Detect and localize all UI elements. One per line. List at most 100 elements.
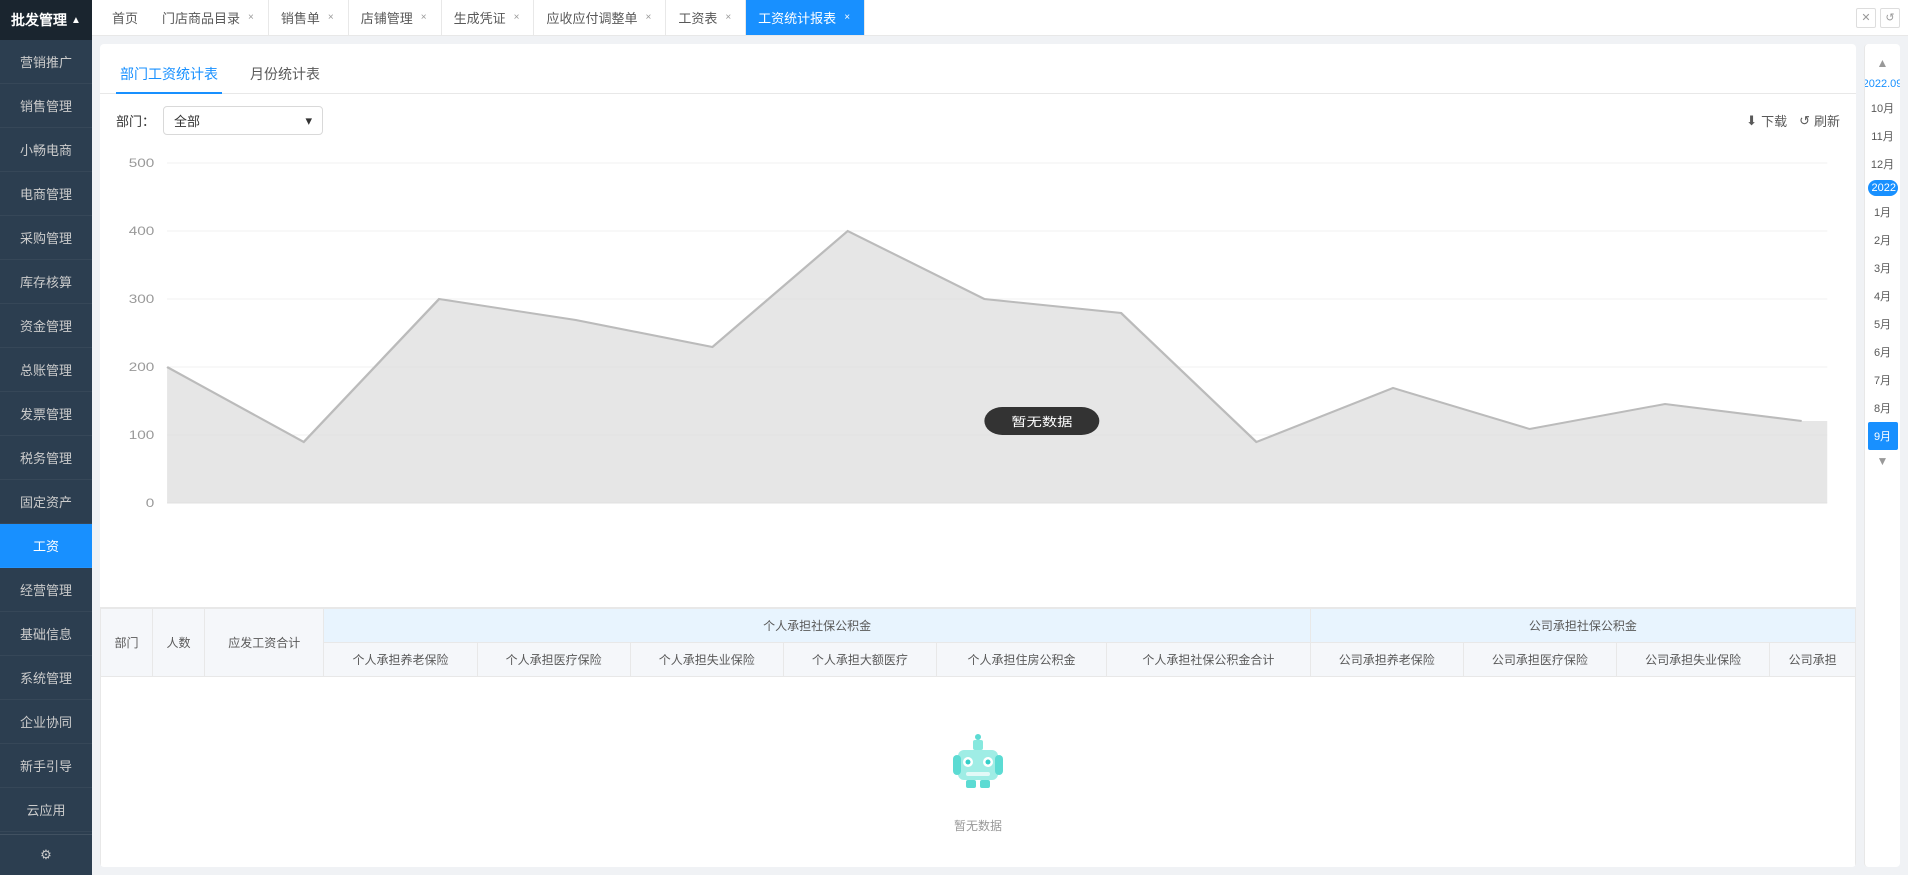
empty-state: 暂无数据 <box>107 685 1849 867</box>
sidebar-item-固定资产[interactable]: 固定资产 <box>0 480 92 524</box>
inner-tab-月份统计表[interactable]: 月份统计表 <box>246 56 324 94</box>
download-label: 下载 <box>1761 111 1787 130</box>
sidebar-item-电商管理[interactable]: 电商管理 <box>0 172 92 216</box>
tab-close-icon[interactable]: × <box>842 10 852 25</box>
tab-工资统计报表[interactable]: 工资统计报表× <box>746 0 865 36</box>
month-item-4月[interactable]: 4月 <box>1868 282 1898 310</box>
data-table: 部门 人数 应发工资合计 个人承担社保公积金 公司承担社保公积金 个人承担养老保… <box>100 608 1856 867</box>
th-c3: 公司承担失业保险 <box>1617 643 1770 677</box>
sidebar-item-总账管理[interactable]: 总账管理 <box>0 348 92 392</box>
month-item-5月[interactable]: 5月 <box>1868 310 1898 338</box>
tab-label: 门店商品目录 <box>162 8 240 27</box>
settings-button[interactable]: ⚙ <box>0 835 92 875</box>
inner-tabs: 部门工资统计表月份统计表 <box>100 44 1856 94</box>
month-item-9月[interactable]: 9月 <box>1868 422 1898 450</box>
month-item-11月[interactable]: 11月 <box>1868 122 1898 150</box>
sidebar-item-发票管理[interactable]: 发票管理 <box>0 392 92 436</box>
sidebar-bottom: ⚙ <box>0 834 92 875</box>
tab-工资表[interactable]: 工资表 × <box>666 0 746 36</box>
tab-首页[interactable]: 首页 <box>100 0 150 36</box>
tab-label: 生成凭证 <box>454 8 506 27</box>
sidebar-item-系统管理[interactable]: 系统管理 <box>0 656 92 700</box>
table-wrapper: 部门 人数 应发工资合计 个人承担社保公积金 公司承担社保公积金 个人承担养老保… <box>100 608 1856 867</box>
tab-门店商品目录[interactable]: 门店商品目录 × <box>150 0 269 36</box>
dept-select[interactable]: 全部 ▾ <box>163 106 323 135</box>
tab-label: 应收应付调整单 <box>546 8 637 27</box>
dept-label: 部门： <box>116 111 155 130</box>
tab-生成凭证[interactable]: 生成凭证 × <box>442 0 535 36</box>
main-area: 首页门店商品目录×销售单×店铺管理×生成凭证×应收应付调整单×工资表×工资统计报… <box>92 0 1908 875</box>
sidebar-item-基础信息[interactable]: 基础信息 <box>0 612 92 656</box>
th-c4: 公司承担 <box>1770 643 1856 677</box>
sidebar-title-text: 批发管理 <box>11 10 67 30</box>
th-dept: 部门 <box>101 609 153 677</box>
tab-close-icon[interactable]: × <box>326 10 336 25</box>
content-main: 部门工资统计表月份统计表 部门： 全部 ▾ ⬇ 下载 ↺ <box>100 44 1856 867</box>
refresh-button[interactable]: ↺ 刷新 <box>1799 111 1840 130</box>
sidebar-item-销售管理[interactable]: 销售管理 <box>0 84 92 128</box>
table-area: 部门 人数 应发工资合计 个人承担社保公积金 公司承担社保公积金 个人承担养老保… <box>100 607 1856 867</box>
sidebar-item-云应用[interactable]: 云应用 <box>0 788 92 832</box>
content-area: 部门工资统计表月份统计表 部门： 全部 ▾ ⬇ 下载 ↺ <box>92 36 1908 875</box>
tab-label: 销售单 <box>281 8 320 27</box>
tab-bar-end: ✕ ↺ <box>1856 8 1900 28</box>
th-p2: 个人承担医疗保险 <box>477 643 630 677</box>
sidebar-item-资金管理[interactable]: 资金管理 <box>0 304 92 348</box>
download-icon: ⬇ <box>1746 113 1757 129</box>
tab-close-icon[interactable]: × <box>419 10 429 25</box>
tab-close-icon[interactable]: × <box>246 10 256 25</box>
year-label[interactable]: 2022.09 <box>1864 74 1900 94</box>
sidebar-item-小畅电商[interactable]: 小畅电商 <box>0 128 92 172</box>
toolbar: 部门： 全部 ▾ ⬇ 下载 ↺ 刷新 <box>100 94 1856 147</box>
sidebar-item-营销推广[interactable]: 营销推广 <box>0 40 92 84</box>
month-item-6月[interactable]: 6月 <box>1868 338 1898 366</box>
empty-icon <box>938 725 1018 805</box>
tab-bar: 首页门店商品目录×销售单×店铺管理×生成凭证×应收应付调整单×工资表×工资统计报… <box>92 0 1908 36</box>
month-item-2月[interactable]: 2月 <box>1868 226 1898 254</box>
year-badge[interactable]: 2022 <box>1868 180 1898 196</box>
inner-tab-部门工资统计表[interactable]: 部门工资统计表 <box>116 56 222 94</box>
sidebar-item-采购管理[interactable]: 采购管理 <box>0 216 92 260</box>
refresh-label: 刷新 <box>1814 111 1840 130</box>
tab-店铺管理[interactable]: 店铺管理× <box>349 0 442 36</box>
sidebar-item-工资[interactable]: 工资 <box>0 524 92 568</box>
chart-svg: 500 400 300 200 100 0 <box>116 147 1840 567</box>
month-item-10月[interactable]: 10月 <box>1868 94 1898 122</box>
sidebar-item-税务管理[interactable]: 税务管理 <box>0 436 92 480</box>
month-item-7月[interactable]: 7月 <box>1868 366 1898 394</box>
sidebar-item-库存核算[interactable]: 库存核算 <box>0 260 92 304</box>
tab-应收应付调整单[interactable]: 应收应付调整单 × <box>534 0 666 36</box>
th-p6: 个人承担社保公积金合计 <box>1107 643 1311 677</box>
th-p5: 个人承担住房公积金 <box>937 643 1107 677</box>
sidebar-item-新手引导[interactable]: 新手引导 <box>0 744 92 788</box>
dept-select-value: 全部 <box>174 111 200 130</box>
th-personal-group: 个人承担社保公积金 <box>324 609 1310 643</box>
right-panel: ▲ 2022.09 10月11月12月 2022 1月2月3月4月5月6月7月8月9… <box>1864 44 1900 867</box>
month-item-3月[interactable]: 3月 <box>1868 254 1898 282</box>
th-p4: 个人承担大额医疗 <box>783 643 936 677</box>
tab-close-icon[interactable]: × <box>512 10 522 25</box>
tab-label: 工资表 <box>678 8 717 27</box>
th-p1: 个人承担养老保险 <box>324 643 477 677</box>
sidebar-item-企业协同[interactable]: 企业协同 <box>0 700 92 744</box>
th-company-group: 公司承担社保公积金 <box>1310 609 1855 643</box>
tab-close-icon[interactable]: × <box>723 10 733 25</box>
svg-text:100: 100 <box>129 429 155 442</box>
tab-close-icon[interactable]: × <box>643 10 653 25</box>
tab-label: 首页 <box>112 8 138 27</box>
panel-up-arrow[interactable]: ▲ <box>1873 52 1893 74</box>
download-button[interactable]: ⬇ 下载 <box>1746 111 1787 130</box>
empty-row: 暂无数据 <box>101 677 1856 868</box>
month-item-12月[interactable]: 12月 <box>1868 150 1898 178</box>
panel-down-arrow[interactable]: ▼ <box>1873 450 1893 472</box>
tab-销售单[interactable]: 销售单 × <box>269 0 349 36</box>
tab-close-all-button[interactable]: ✕ <box>1856 8 1876 28</box>
month-item-8月[interactable]: 8月 <box>1868 394 1898 422</box>
toolbar-right: ⬇ 下载 ↺ 刷新 <box>1746 111 1840 130</box>
sidebar-title[interactable]: 批发管理 ▲ <box>0 0 92 40</box>
sidebar-title-arrow: ▲ <box>71 15 81 26</box>
svg-text:暂无数据: 暂无数据 <box>1011 416 1073 429</box>
month-item-1月[interactable]: 1月 <box>1868 198 1898 226</box>
sidebar-item-经营管理[interactable]: 经营管理 <box>0 568 92 612</box>
tab-refresh-button[interactable]: ↺ <box>1880 8 1900 28</box>
